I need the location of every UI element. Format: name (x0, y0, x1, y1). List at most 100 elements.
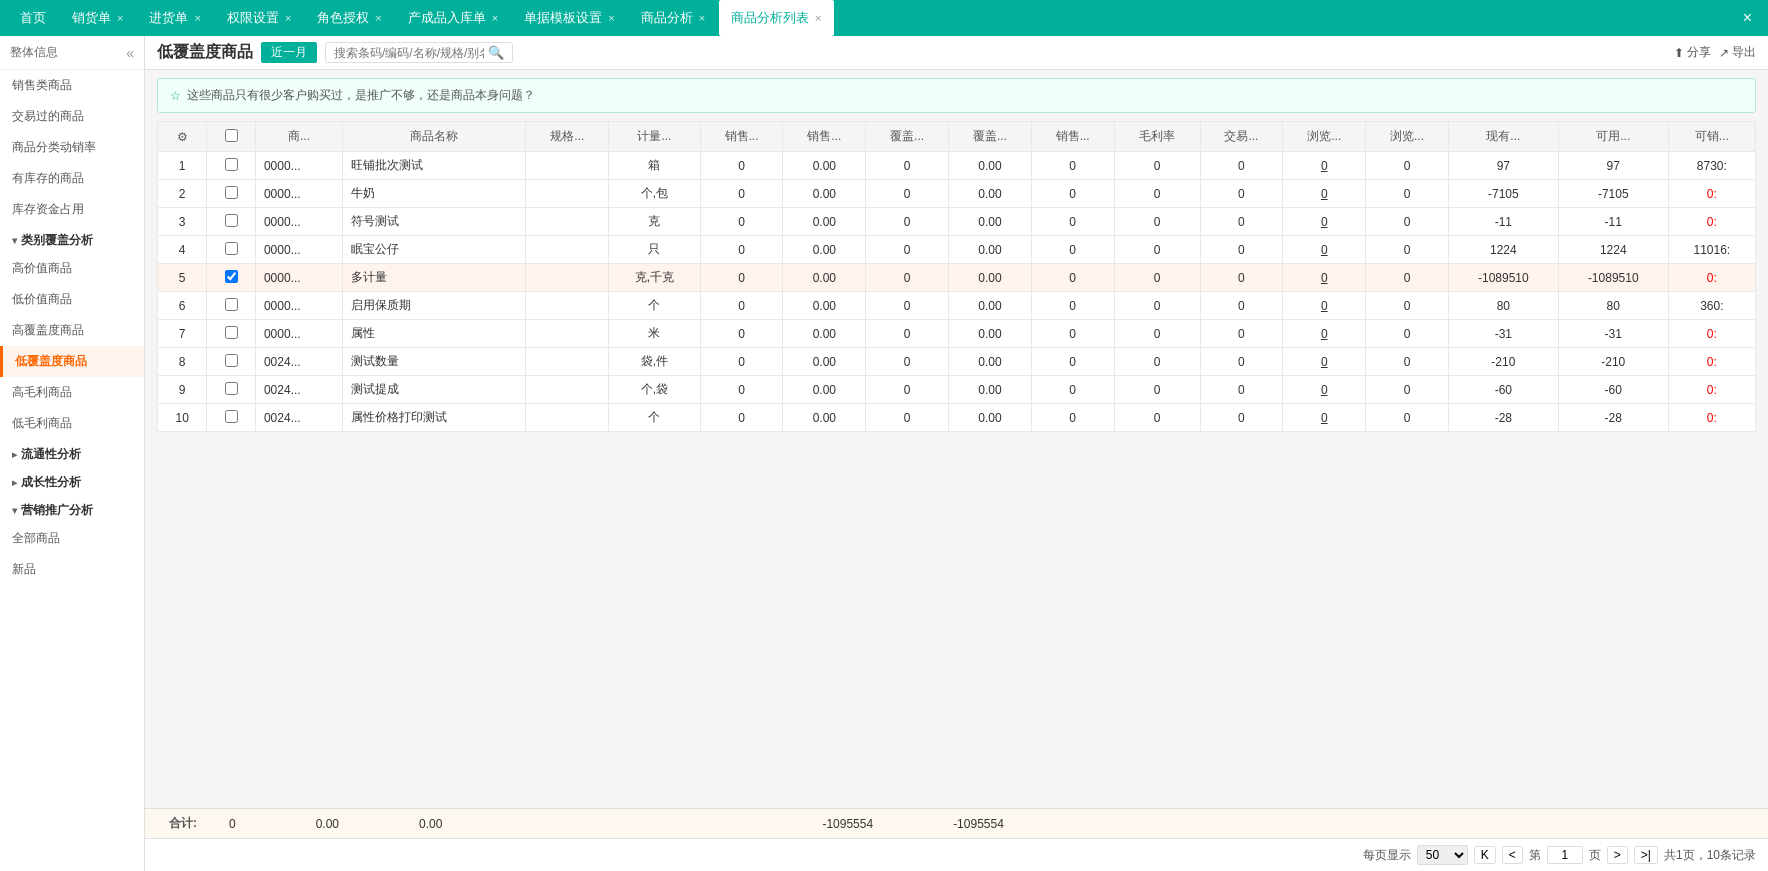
row-no: 10 (158, 404, 207, 432)
row-no: 7 (158, 320, 207, 348)
page-number-input[interactable] (1547, 846, 1583, 864)
sidebar-item-low-value[interactable]: 低价值商品 (0, 284, 144, 315)
row-trade: 0 (1200, 180, 1283, 208)
row-browse1[interactable]: 0 (1283, 208, 1366, 236)
export-button[interactable]: ↗ 导出 (1719, 44, 1756, 61)
row-checkbox[interactable] (207, 264, 256, 292)
sidebar-item-high-coverage[interactable]: 高覆盖度商品 (0, 315, 144, 346)
select-all-checkbox[interactable] (225, 129, 238, 142)
close-icon[interactable]: × (375, 12, 381, 24)
last-page-button[interactable]: >| (1634, 846, 1658, 864)
nav-permission[interactable]: 权限设置 × (215, 0, 303, 36)
sidebar-group-growth[interactable]: ▸ 成长性分析 (0, 467, 144, 495)
prev-page-button[interactable]: < (1502, 846, 1523, 864)
sidebar-item-sales-goods[interactable]: 销售类商品 (0, 70, 144, 101)
sidebar-item-low-profit[interactable]: 低毛利商品 (0, 408, 144, 439)
nav-template[interactable]: 单据模板设置 × (512, 0, 626, 36)
col-sellable: 可销... (1668, 122, 1755, 152)
row-sellable: 0: (1668, 376, 1755, 404)
sidebar-collapse-button[interactable]: « (126, 45, 134, 61)
nav-purchase[interactable]: 进货单 × (137, 0, 212, 36)
close-icon[interactable]: × (117, 12, 123, 24)
row-checkbox[interactable] (207, 376, 256, 404)
close-icon[interactable]: × (815, 12, 821, 24)
row-browse1[interactable]: 0 (1283, 348, 1366, 376)
close-icon[interactable]: × (194, 12, 200, 24)
row-checkbox[interactable] (207, 348, 256, 376)
row-select-checkbox[interactable] (225, 298, 238, 311)
row-browse1[interactable]: 0 (1283, 152, 1366, 180)
row-sales3: 0 (1031, 152, 1114, 180)
period-button[interactable]: 近一月 (261, 42, 317, 63)
sidebar-group-marketing[interactable]: ▾ 营销推广分析 (0, 495, 144, 523)
table-row: 3 0000... 符号测试 克 0 0.00 0 0.00 0 0 0 0 0… (158, 208, 1756, 236)
search-box: 🔍 (325, 42, 513, 63)
nav-home[interactable]: 首页 (8, 0, 58, 36)
row-unit: 个 (609, 404, 700, 432)
close-icon[interactable]: × (492, 12, 498, 24)
per-page-select[interactable]: 50 10 20 100 (1417, 845, 1468, 865)
row-sales3: 0 (1031, 292, 1114, 320)
sidebar-item-stock-funds[interactable]: 库存资金占用 (0, 194, 144, 225)
row-select-checkbox[interactable] (225, 354, 238, 367)
row-select-checkbox[interactable] (225, 158, 238, 171)
sidebar-group-flow[interactable]: ▸ 流通性分析 (0, 439, 144, 467)
sidebar-group-coverage[interactable]: ▾ 类别覆盖分析 (0, 225, 144, 253)
row-select-checkbox[interactable] (225, 326, 238, 339)
nav-sales[interactable]: 销货单 × (60, 0, 135, 36)
row-gross-margin: 0 (1114, 376, 1200, 404)
sidebar-item-low-coverage[interactable]: 低覆盖度商品 (0, 346, 144, 377)
row-browse2: 0 (1366, 180, 1449, 208)
per-page-label: 每页显示 (1363, 847, 1411, 864)
sidebar-item-new-goods[interactable]: 新品 (0, 554, 144, 585)
window-close-button[interactable]: × (1735, 9, 1760, 27)
row-checkbox[interactable] (207, 152, 256, 180)
sidebar-item-high-profit[interactable]: 高毛利商品 (0, 377, 144, 408)
row-checkbox[interactable] (207, 404, 256, 432)
col-sales-amt: 销售... (783, 122, 866, 152)
row-select-checkbox[interactable] (225, 410, 238, 423)
row-checkbox[interactable] (207, 320, 256, 348)
row-checkbox[interactable] (207, 180, 256, 208)
row-browse1[interactable]: 0 (1283, 236, 1366, 264)
col-cover2: 覆盖... (949, 122, 1032, 152)
sidebar-item-traded-goods[interactable]: 交易过的商品 (0, 101, 144, 132)
row-browse1[interactable]: 0 (1283, 320, 1366, 348)
row-name: 符号测试 (343, 208, 526, 236)
row-trade: 0 (1200, 320, 1283, 348)
search-input[interactable] (334, 46, 484, 60)
nav-role[interactable]: 角色授权 × (305, 0, 393, 36)
row-unit: 袋,件 (609, 348, 700, 376)
row-select-checkbox[interactable] (225, 186, 238, 199)
next-page-button[interactable]: > (1607, 846, 1628, 864)
nav-production[interactable]: 产成品入库单 × (396, 0, 510, 36)
nav-analysis[interactable]: 商品分析 × (629, 0, 717, 36)
row-spec (526, 404, 609, 432)
share-button[interactable]: ⬆ 分享 (1674, 44, 1711, 61)
row-available-stock: 1224 (1558, 236, 1668, 264)
row-available-stock: -1089510 (1558, 264, 1668, 292)
sidebar-item-stocked-goods[interactable]: 有库存的商品 (0, 163, 144, 194)
sidebar-item-high-value[interactable]: 高价值商品 (0, 253, 144, 284)
row-checkbox[interactable] (207, 292, 256, 320)
col-current-stock: 现有... (1448, 122, 1558, 152)
row-checkbox[interactable] (207, 208, 256, 236)
row-browse1[interactable]: 0 (1283, 292, 1366, 320)
close-icon[interactable]: × (285, 12, 291, 24)
row-browse1[interactable]: 0 (1283, 264, 1366, 292)
sidebar-item-category-rate[interactable]: 商品分类动销率 (0, 132, 144, 163)
row-browse1[interactable]: 0 (1283, 404, 1366, 432)
row-browse1[interactable]: 0 (1283, 180, 1366, 208)
col-settings[interactable]: ⚙ (158, 122, 207, 152)
row-select-checkbox[interactable] (225, 382, 238, 395)
close-icon[interactable]: × (608, 12, 614, 24)
nav-analysis-list[interactable]: 商品分析列表 × (719, 0, 833, 36)
row-browse1[interactable]: 0 (1283, 376, 1366, 404)
first-page-button[interactable]: K (1474, 846, 1496, 864)
row-select-checkbox[interactable] (225, 242, 238, 255)
close-icon[interactable]: × (699, 12, 705, 24)
row-select-checkbox[interactable] (225, 214, 238, 227)
row-select-checkbox[interactable] (225, 270, 238, 283)
row-checkbox[interactable] (207, 236, 256, 264)
sidebar-item-all-goods[interactable]: 全部商品 (0, 523, 144, 554)
